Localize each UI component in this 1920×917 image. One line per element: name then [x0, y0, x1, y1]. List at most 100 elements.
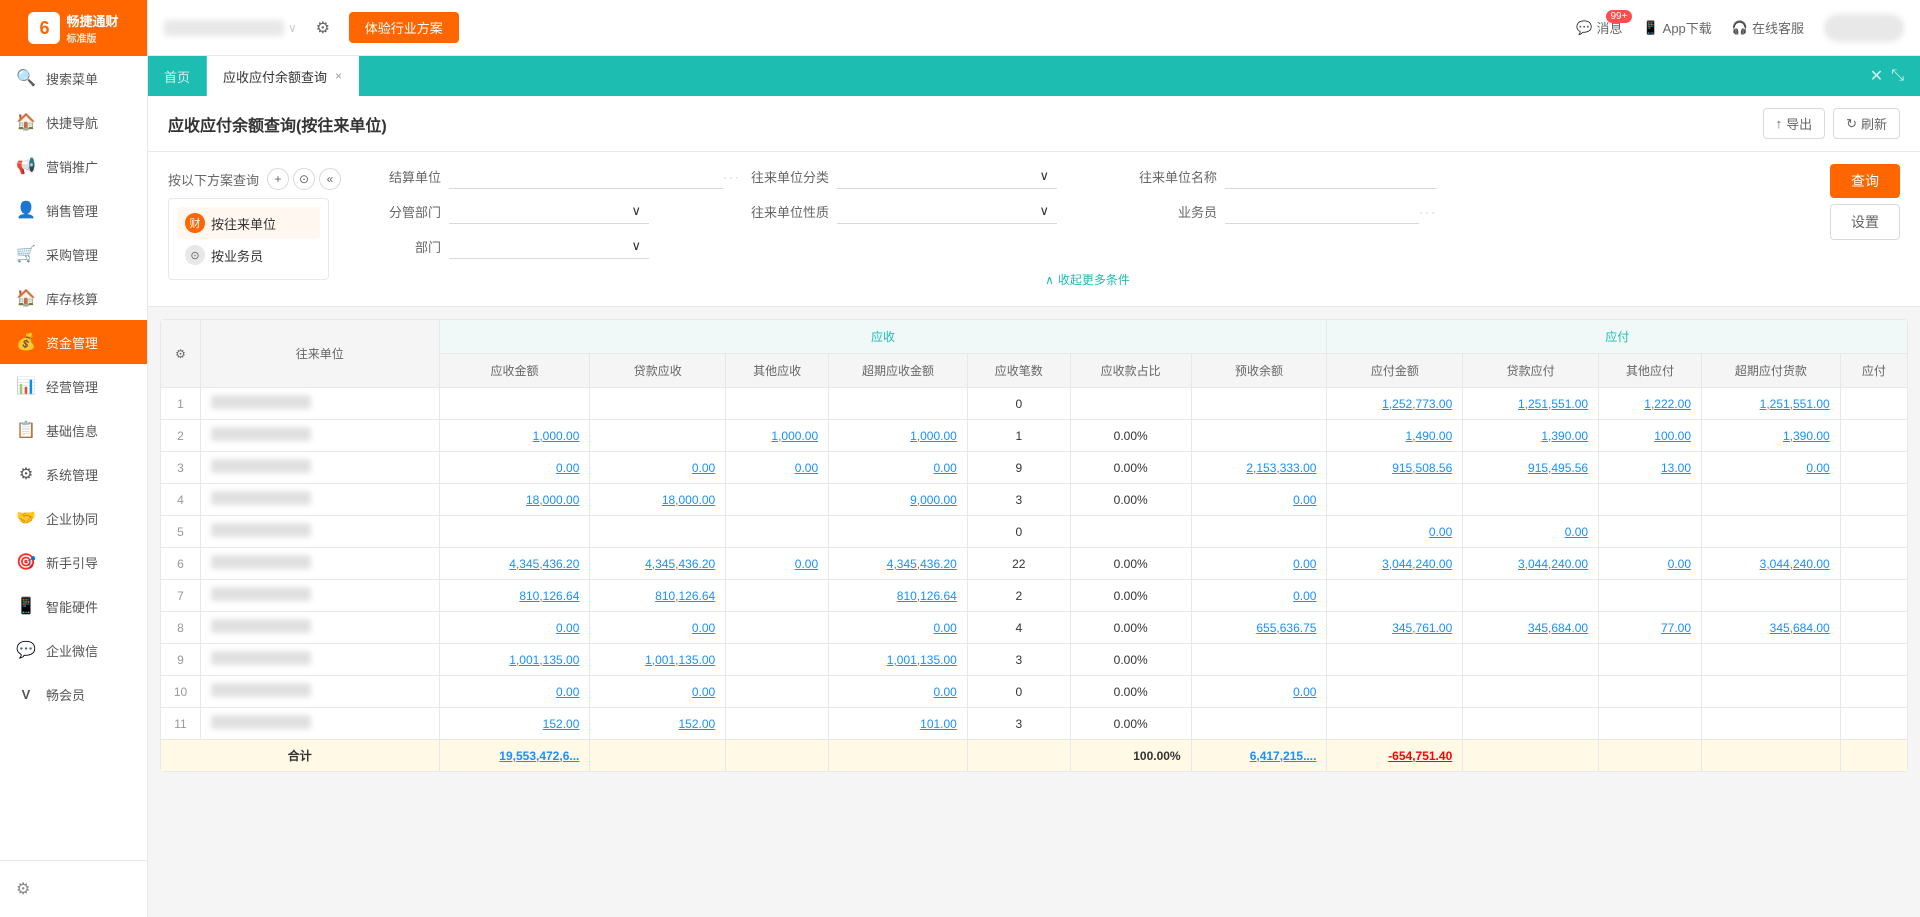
topbar-customer-service[interactable]: 🎧 在线客服 — [1732, 18, 1804, 37]
topbar: ∨ ⚙ 体验行业方案 💬 消息 99+ 📱 App下载 🎧 在线客服 — [148, 0, 1920, 56]
logo-icon: 6 — [28, 12, 60, 44]
tab-close-btn[interactable]: × — [335, 69, 342, 83]
total-ar-prepay[interactable]: 6,417,215.... — [1191, 740, 1327, 772]
chevron-down-icon3: ∨ — [1040, 203, 1050, 219]
col-ar-other: 其他应收 — [726, 354, 829, 388]
col-ar-prepay: 预收余额 — [1191, 354, 1327, 388]
service-icon: 🎧 — [1732, 20, 1748, 36]
table-row: 500.000.00 — [161, 516, 1908, 548]
chevron-down-icon2: ∨ — [632, 203, 642, 219]
sidebar-item-basic[interactable]: 📋 基础信息 — [0, 408, 147, 452]
sidebar-label-collab: 企业协同 — [46, 509, 98, 528]
row-index: 6 — [161, 548, 201, 580]
query-btn[interactable]: 查询 — [1830, 164, 1900, 198]
partner-nature-select[interactable]: ∨ — [837, 199, 1057, 224]
table-row: 101,252,773.001,251,551.001,222.001,251,… — [161, 388, 1908, 420]
topbar-message[interactable]: 💬 消息 99+ — [1576, 18, 1622, 37]
sidebar-label-wechat: 企业微信 — [46, 641, 98, 660]
sidebar-item-hardware[interactable]: 📱 智能硬件 — [0, 584, 147, 628]
filter-edit-btn[interactable]: ⊙ — [293, 168, 315, 190]
trial-btn[interactable]: 体验行业方案 — [349, 12, 459, 43]
sidebar-item-marketing[interactable]: 📢 营销推广 — [0, 144, 147, 188]
partner-category-select[interactable]: ∨ — [837, 164, 1057, 189]
dept-manager-select[interactable]: ∨ — [449, 199, 649, 224]
tab-ar-ap-label: 应收应付余额查询 — [223, 67, 327, 86]
sidebar-label-system: 系统管理 — [46, 465, 98, 484]
app-download-icon: 📱 — [1642, 20, 1658, 36]
ar-group-header: 应收 — [439, 320, 1327, 354]
tab-home[interactable]: 首页 — [148, 56, 207, 96]
row-index: 11 — [161, 708, 201, 740]
field-settlement-unit: 结算单位 ··· — [361, 165, 741, 189]
sidebar-settings-btn[interactable]: ⚙ — [0, 869, 147, 909]
settlement-unit-label: 结算单位 — [361, 167, 441, 186]
salesperson-dots[interactable]: ··· — [1419, 205, 1437, 219]
tab-ar-ap[interactable]: 应收应付余额查询 × — [207, 56, 359, 96]
member-icon: V — [16, 684, 36, 704]
partner-category-label: 往来单位分类 — [749, 167, 829, 186]
message-icon: 💬 — [1576, 20, 1592, 36]
tab-close-window-btn[interactable]: ✕ — [1866, 62, 1887, 90]
tab-home-label: 首页 — [164, 67, 190, 86]
sidebar-label-finance: 资金管理 — [46, 333, 98, 352]
filter-collapse[interactable]: ∧ 收起更多条件 — [361, 265, 1814, 294]
row-index: 8 — [161, 612, 201, 644]
total-ar-amount[interactable]: 19,553,472,6... — [439, 740, 590, 772]
topbar-user[interactable] — [1824, 14, 1904, 42]
sidebar-item-search[interactable]: 🔍 搜索菜单 — [0, 56, 147, 100]
dept-label: 部门 — [361, 237, 441, 256]
app-download-label: App下载 — [1663, 18, 1712, 37]
settings-icon: ⚙ — [16, 879, 36, 899]
field-partner-name: 往来单位名称 — [1137, 165, 1437, 189]
row-index: 7 — [161, 580, 201, 612]
basic-icon: 📋 — [16, 420, 36, 440]
row-index: 9 — [161, 644, 201, 676]
scheme-panel: 财 按往来单位 ⊙ 按业务员 — [168, 198, 329, 280]
scheme-by-unit[interactable]: 财 按往来单位 — [177, 207, 320, 239]
col-ar-ratio: 应收款占比 — [1070, 354, 1191, 388]
sidebar-label-search: 搜索菜单 — [46, 69, 98, 88]
sidebar-item-wechat[interactable]: 💬 企业微信 — [0, 628, 147, 672]
topbar-settings-btn[interactable]: ⚙ — [309, 14, 337, 42]
sidebar-item-collab[interactable]: 🤝 企业协同 — [0, 496, 147, 540]
sidebar-item-operation[interactable]: 📊 经营管理 — [0, 364, 147, 408]
sidebar-item-inventory[interactable]: 🏠 库存核算 — [0, 276, 147, 320]
operation-icon: 📊 — [16, 376, 36, 396]
sidebar-item-finance[interactable]: 💰 资金管理 — [0, 320, 147, 364]
export-btn[interactable]: ↑ 导出 — [1763, 108, 1826, 139]
wechat-icon: 💬 — [16, 640, 36, 660]
settlement-unit-input[interactable] — [449, 165, 723, 189]
field-dept-manager: 分管部门 ∨ — [361, 199, 741, 224]
tab-expand-btn[interactable]: ⤡ — [1887, 63, 1908, 89]
settlement-unit-dots[interactable]: ··· — [723, 170, 741, 184]
sidebar-item-purchase[interactable]: 🛒 采购管理 — [0, 232, 147, 276]
salesperson-input[interactable] — [1225, 200, 1419, 224]
filter-collapse-btn[interactable]: « — [319, 168, 341, 190]
message-badge: 99+ — [1606, 10, 1633, 23]
partner-name-input[interactable] — [1225, 165, 1437, 189]
export-icon: ↑ — [1776, 116, 1783, 131]
row-partner — [201, 612, 440, 644]
col-ap-loan: 贷款应付 — [1463, 354, 1599, 388]
sidebar-item-sales[interactable]: 👤 销售管理 — [0, 188, 147, 232]
dept-select[interactable]: ∨ — [449, 234, 649, 259]
sidebar-item-member[interactable]: V 畅会员 — [0, 672, 147, 716]
table-settings-icon[interactable]: ⚙ — [161, 320, 201, 388]
sidebar-item-guide[interactable]: 🎯 新手引导 — [0, 540, 147, 584]
refresh-btn[interactable]: ↻ 刷新 — [1833, 108, 1900, 139]
sidebar-item-quick-nav[interactable]: 🏠 快捷导航 — [0, 100, 147, 144]
sidebar-label-marketing: 营销推广 — [46, 157, 98, 176]
col-ar-loan: 贷款应收 — [590, 354, 726, 388]
topbar-app-download[interactable]: 📱 App下载 — [1642, 18, 1711, 37]
scheme-by-staff[interactable]: ⊙ 按业务员 — [177, 239, 320, 271]
table-row: 11152.00152.00101.0030.00% — [161, 708, 1908, 740]
total-ap-amount[interactable]: -654,751.40 — [1327, 740, 1463, 772]
col-ar-count: 应收笔数 — [967, 354, 1070, 388]
settings-btn[interactable]: 设置 — [1830, 204, 1900, 240]
filter-add-btn[interactable]: + — [267, 168, 289, 190]
sidebar-label-basic: 基础信息 — [46, 421, 98, 440]
collapse-label: 收起更多条件 — [1058, 271, 1130, 288]
tabbar: 首页 应收应付余额查询 × ✕ ⤡ — [148, 56, 1920, 96]
total-label: 合计 — [161, 740, 440, 772]
sidebar-item-system[interactable]: ⚙ 系统管理 — [0, 452, 147, 496]
